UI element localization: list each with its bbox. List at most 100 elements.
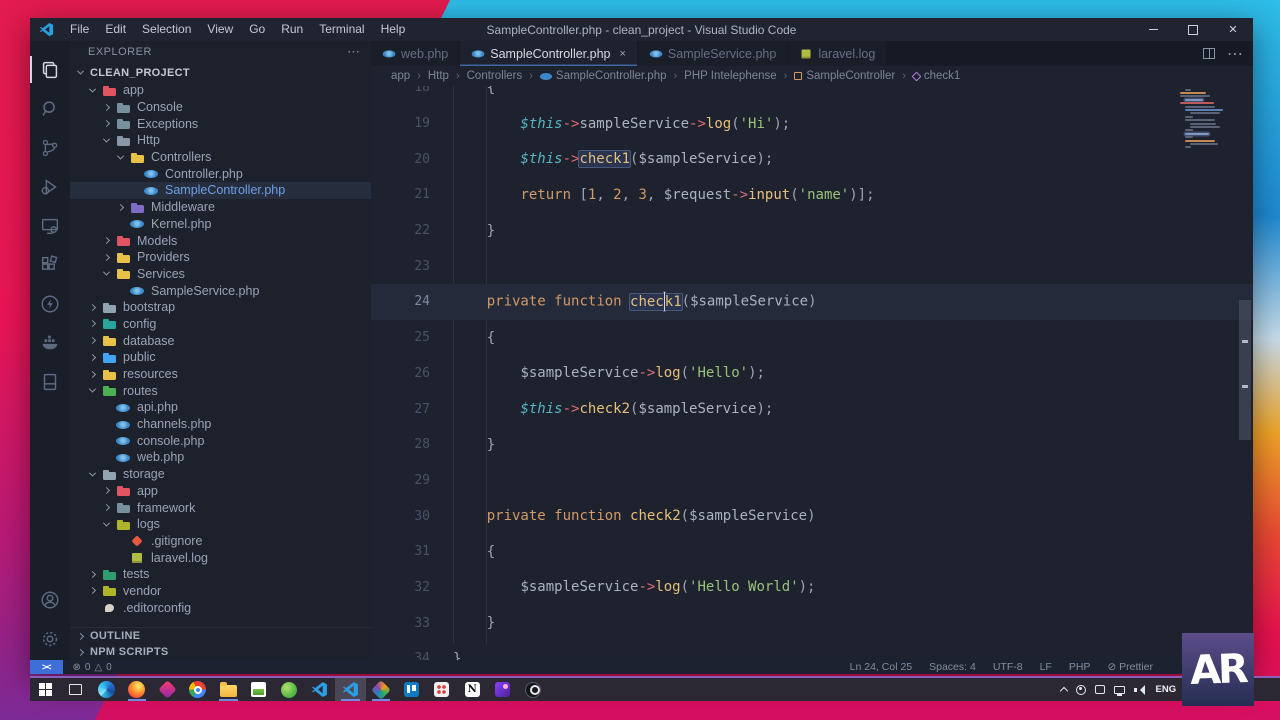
- code-editor[interactable]: 18 {19 $this->sampleService->log('Hi'); 2…: [371, 86, 1253, 660]
- menu-item-run[interactable]: Run: [273, 18, 311, 41]
- breadcrumb-item-samplecontroller[interactable]: SampleController: [794, 70, 895, 82]
- chat-tray-icon[interactable]: [1094, 685, 1105, 694]
- menu-item-view[interactable]: View: [199, 18, 241, 41]
- tree-item-channels-php[interactable]: channels.php: [70, 416, 371, 433]
- tray-expand-icon[interactable]: [1059, 686, 1068, 696]
- tree-item-config[interactable]: config: [70, 316, 371, 333]
- menu-item-go[interactable]: Go: [241, 18, 273, 41]
- taskbar-obs[interactable]: [518, 678, 549, 701]
- breadcrumb-item-check1[interactable]: check1: [911, 70, 960, 82]
- minimize-button[interactable]: [1133, 18, 1173, 41]
- tree-item-console-php[interactable]: console.php: [70, 432, 371, 449]
- taskbar-dots-app[interactable]: [427, 678, 458, 701]
- tree-item-app[interactable]: app: [70, 483, 371, 500]
- taskbar-task-view[interactable]: [61, 678, 92, 701]
- tree-item-tests[interactable]: tests: [70, 566, 371, 583]
- network-tray-icon[interactable]: [1113, 685, 1125, 696]
- language-indicator[interactable]: ENG: [1156, 684, 1177, 695]
- breadcrumb-item-http[interactable]: Http: [428, 70, 449, 82]
- tree-item-gitignore[interactable]: .gitignore: [70, 533, 371, 550]
- taskbar-file-explorer[interactable]: [213, 678, 244, 701]
- taskbar-vscode-active[interactable]: [335, 678, 366, 701]
- taskbar-start[interactable]: [30, 678, 61, 701]
- more-actions-icon[interactable]: ⋯: [347, 44, 361, 60]
- editor-more-actions-icon[interactable]: ⋯: [1227, 44, 1243, 64]
- taskbar-chrome[interactable]: [183, 678, 214, 701]
- tree-item-console[interactable]: Console: [70, 99, 371, 116]
- tree-item-editorconfig[interactable]: .editorconfig: [70, 599, 371, 616]
- tree-item-samplecontroller-php[interactable]: SampleController.php: [70, 182, 371, 199]
- breadcrumb-item-controllers[interactable]: Controllers: [467, 70, 523, 82]
- tree-item-sampleservice-php[interactable]: SampleService.php: [70, 282, 371, 299]
- indentation[interactable]: Spaces: 4: [929, 661, 976, 673]
- taskbar-edge[interactable]: [91, 678, 122, 701]
- settings-gear-icon[interactable]: [30, 619, 70, 658]
- taskbar-leaf-app[interactable]: [274, 678, 305, 701]
- taskbar-gem-app[interactable]: [152, 678, 183, 701]
- scrollbar-thumb[interactable]: [1239, 300, 1251, 440]
- remote-explorer-icon[interactable]: [30, 206, 70, 245]
- tree-item-vendor[interactable]: vendor: [70, 583, 371, 600]
- tree-item-app[interactable]: app: [70, 82, 371, 99]
- problems-indicator[interactable]: ⊗ 0 △ 0: [73, 662, 112, 673]
- taskbar-vscode[interactable]: [305, 678, 336, 701]
- minimap[interactable]: [1180, 88, 1236, 166]
- tab-sampleservice-php[interactable]: SampleService.php: [637, 41, 788, 66]
- scrollbar[interactable]: [1239, 86, 1251, 660]
- tree-item-http[interactable]: Http: [70, 132, 371, 149]
- taskbar-media-app[interactable]: [488, 678, 519, 701]
- project-root-row[interactable]: CLEAN_PROJECT: [70, 63, 371, 82]
- section-outline[interactable]: OUTLINE: [70, 628, 371, 644]
- eol[interactable]: LF: [1040, 661, 1052, 673]
- tab-laravel-log[interactable]: laravel.log: [788, 41, 887, 66]
- tree-item-resources[interactable]: resources: [70, 366, 371, 383]
- menu-item-file[interactable]: File: [62, 18, 97, 41]
- maximize-button[interactable]: [1173, 18, 1213, 41]
- close-button[interactable]: [1213, 18, 1253, 41]
- breadcrumb-item-samplecontroller-php[interactable]: SampleController.php: [539, 70, 667, 82]
- menu-item-terminal[interactable]: Terminal: [311, 18, 372, 41]
- explorer-icon[interactable]: [30, 50, 70, 89]
- search-icon[interactable]: [30, 89, 70, 128]
- taskbar-firefox[interactable]: [122, 678, 153, 701]
- menu-item-edit[interactable]: Edit: [97, 18, 134, 41]
- obs-tray-icon[interactable]: [1075, 684, 1086, 695]
- menu-item-selection[interactable]: Selection: [134, 18, 199, 41]
- encoding[interactable]: UTF-8: [993, 661, 1023, 673]
- menu-item-help[interactable]: Help: [373, 18, 414, 41]
- split-editor-icon[interactable]: [1203, 48, 1215, 59]
- language-mode[interactable]: PHP: [1069, 661, 1091, 673]
- thunder-client-icon[interactable]: [30, 284, 70, 323]
- tree-item-public[interactable]: public: [70, 349, 371, 366]
- tab-close-icon[interactable]: ×: [619, 48, 625, 60]
- remote-indicator[interactable]: ><: [30, 660, 63, 674]
- tree-item-middleware[interactable]: Middleware: [70, 199, 371, 216]
- docker-icon[interactable]: [30, 323, 70, 362]
- tab-web-php[interactable]: web.php: [371, 41, 460, 66]
- tree-item-kernel-php[interactable]: Kernel.php: [70, 216, 371, 233]
- tree-item-services[interactable]: Services: [70, 266, 371, 283]
- tree-item-laravel-log[interactable]: laravel.log: [70, 549, 371, 566]
- tree-item-storage[interactable]: storage: [70, 466, 371, 483]
- taskbar-notion[interactable]: [457, 678, 488, 701]
- section-npm-scripts[interactable]: NPM SCRIPTS: [70, 644, 371, 660]
- formatter[interactable]: ⊘ Prettier: [1107, 661, 1153, 673]
- run-debug-icon[interactable]: [30, 167, 70, 206]
- tree-item-bootstrap[interactable]: bootstrap: [70, 299, 371, 316]
- extensions-icon[interactable]: [30, 245, 70, 284]
- breadcrumb-item-app[interactable]: app: [391, 70, 410, 82]
- tree-item-web-php[interactable]: web.php: [70, 449, 371, 466]
- source-control-icon[interactable]: [30, 128, 70, 167]
- tab-samplecontroller-php[interactable]: SampleController.php ×: [460, 41, 637, 66]
- tree-item-providers[interactable]: Providers: [70, 249, 371, 266]
- tree-item-framework[interactable]: framework: [70, 499, 371, 516]
- cursor-position[interactable]: Ln 24, Col 25: [850, 661, 912, 673]
- taskbar-trello[interactable]: [396, 678, 427, 701]
- account-icon[interactable]: [30, 580, 70, 619]
- tree-item-exceptions[interactable]: Exceptions: [70, 115, 371, 132]
- tree-item-controller-php[interactable]: Controller.php: [70, 165, 371, 182]
- tree-item-routes[interactable]: routes: [70, 382, 371, 399]
- tree-item-logs[interactable]: logs: [70, 516, 371, 533]
- volume-tray-icon[interactable]: [1133, 684, 1147, 695]
- tree-item-controllers[interactable]: Controllers: [70, 149, 371, 166]
